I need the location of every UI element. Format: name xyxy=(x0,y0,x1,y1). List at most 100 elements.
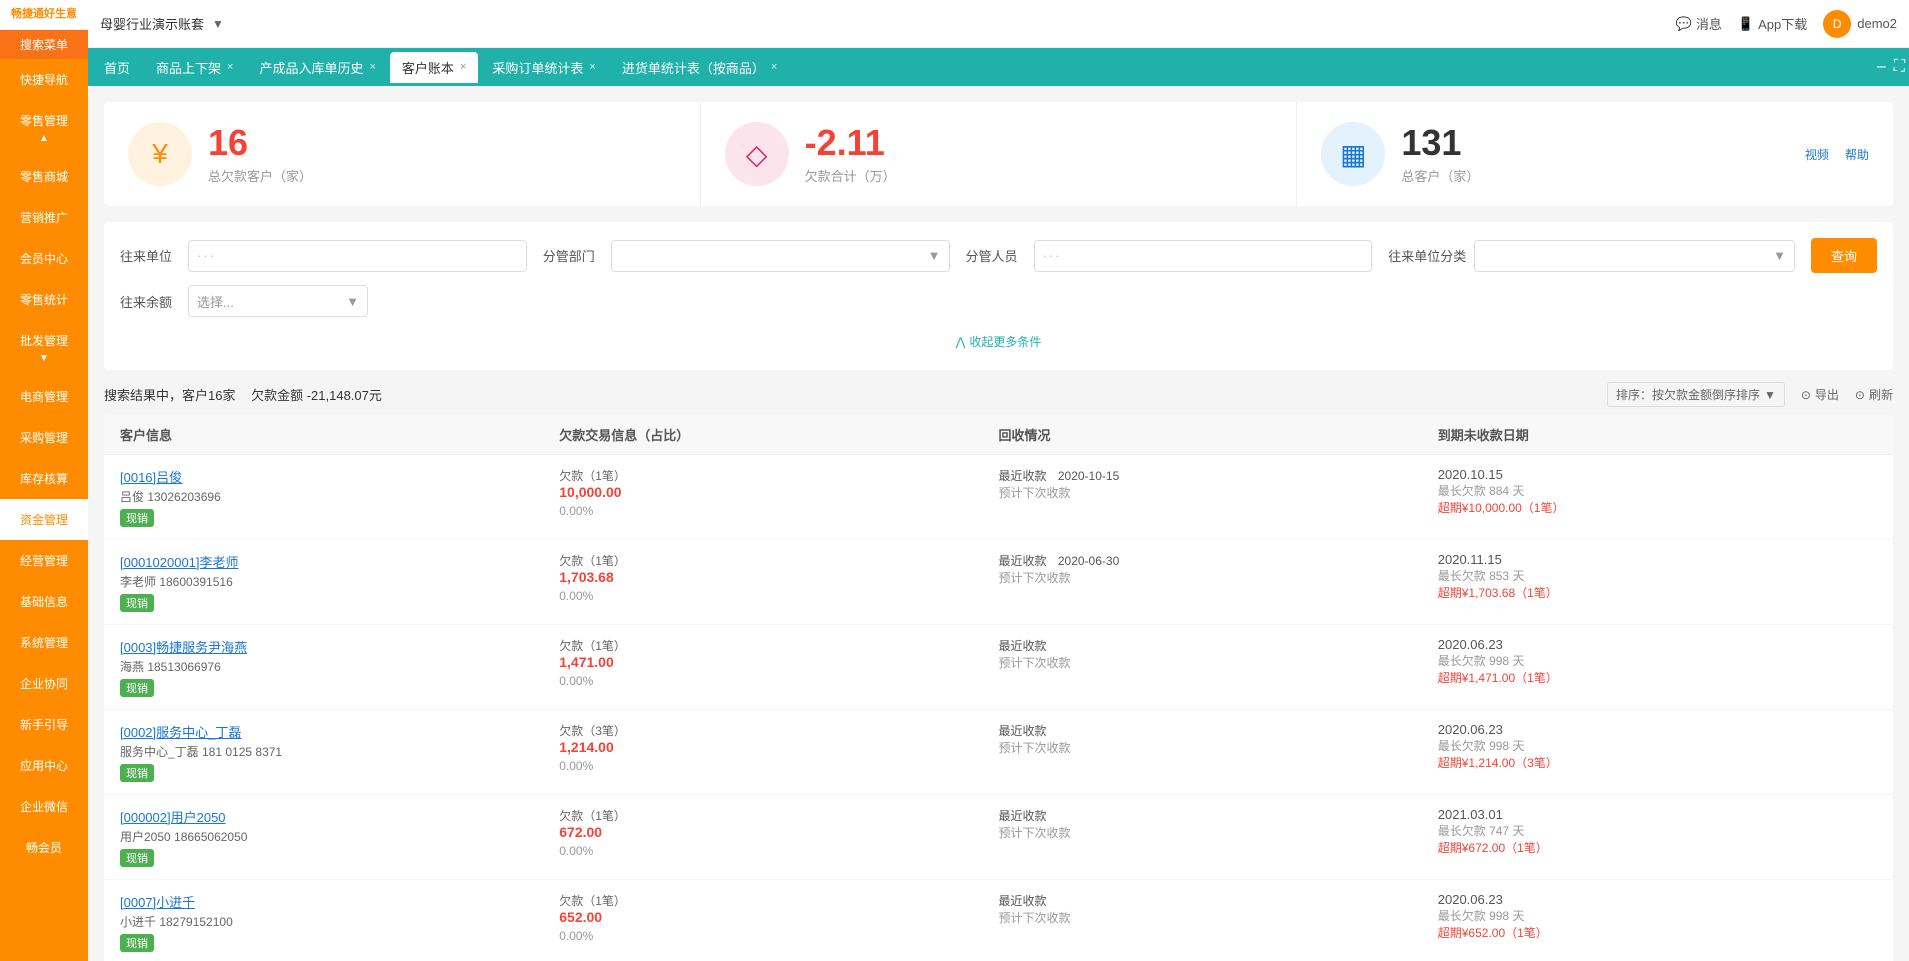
tab-home[interactable]: 首页 xyxy=(92,52,142,83)
overdue-text[interactable]: 超期¥1,214.00（3笔） xyxy=(1438,754,1877,771)
sidebar-item-members[interactable]: 会员中心 xyxy=(0,238,88,279)
tab-product-history[interactable]: 产成品入库单历史 × xyxy=(247,52,387,83)
refresh-icon: ⊙ xyxy=(1855,388,1865,402)
customer-name[interactable]: [0016]吕俊 xyxy=(120,467,559,486)
from-unit-input[interactable]: ··· xyxy=(188,240,527,272)
customer-name[interactable]: [000002]用户2050 xyxy=(120,807,559,826)
sidebar-item-inventory[interactable]: 库存核算 xyxy=(0,458,88,499)
refresh-button[interactable]: ⊙ 刷新 xyxy=(1855,386,1893,403)
debt-label: 欠款（1笔） xyxy=(559,807,998,824)
sidebar-item-member-club[interactable]: 畅会员 xyxy=(0,827,88,868)
chevron-down-icon: ▼ xyxy=(39,353,49,364)
sidebar-item-batch-mgmt[interactable]: 批发管理 ▼ xyxy=(0,320,88,376)
debt-info: 欠款（1笔） 10,000.00 0.00% xyxy=(559,467,998,518)
sidebar-label: 经营管理 xyxy=(20,552,68,569)
sidebar-label: 企业协同 xyxy=(20,675,68,692)
sidebar-item-basics[interactable]: 基础信息 xyxy=(0,581,88,622)
customer-name[interactable]: [0007]小进千 xyxy=(120,892,559,911)
next-collect: 预计下次收款 xyxy=(999,654,1438,671)
sidebar-label: 会员中心 xyxy=(20,250,68,267)
next-collect: 预计下次收款 xyxy=(999,739,1438,756)
tab-purchase-stats-label: 进货单统计表（按商品） xyxy=(622,58,765,77)
total-customers-value: 131 xyxy=(1401,123,1479,163)
table-row: [0001020001]李老师 李老师 18600391516 现销 欠款（1笔… xyxy=(104,540,1893,625)
sidebar-item-ecommerce[interactable]: 电商管理 xyxy=(0,376,88,417)
due-info: 2020.06.23 最长欠款 998 天 超期¥1,214.00（3笔） xyxy=(1438,722,1877,771)
tab-goods-off[interactable]: 商品上下架 × xyxy=(144,52,245,83)
col-header-collection: 回收情况 xyxy=(999,425,1438,444)
close-icon[interactable]: × xyxy=(589,61,595,73)
close-icon[interactable]: × xyxy=(227,61,233,73)
app-download-button[interactable]: 📱 App下载 xyxy=(1738,14,1807,33)
sidebar-item-operations[interactable]: 经营管理 xyxy=(0,540,88,581)
debt-amount[interactable]: 672.00 xyxy=(559,824,998,840)
debt-amount[interactable]: 1,214.00 xyxy=(559,739,998,755)
sort-control[interactable]: 排序：按欠款金额倒序排序 ▼ xyxy=(1607,382,1785,407)
close-icon[interactable]: × xyxy=(771,61,777,73)
collection-info: 最近收款 预计下次收款 xyxy=(999,892,1438,926)
chevron-down-icon: ▲ xyxy=(39,133,49,144)
tab-purchase-order[interactable]: 采购订单统计表 × xyxy=(480,52,607,83)
close-icon[interactable]: × xyxy=(369,61,375,73)
collapse-button[interactable]: ⋀ 收起更多条件 xyxy=(120,329,1877,354)
sidebar-item-retail-mgmt[interactable]: 零售管理 ▲ xyxy=(0,100,88,156)
sidebar-item-finance[interactable]: 资金管理 xyxy=(0,499,88,540)
debt-customers-icon: ¥ xyxy=(128,122,192,186)
sidebar-item-purchase[interactable]: 采购管理 xyxy=(0,417,88,458)
video-link[interactable]: 视频 xyxy=(1805,146,1829,163)
sidebar-item-corp-wechat[interactable]: 企业微信 xyxy=(0,786,88,827)
dropdown-icon[interactable]: ▼ xyxy=(212,17,224,31)
due-date: 2020.11.15 xyxy=(1438,552,1877,567)
user-menu[interactable]: D demo2 xyxy=(1823,10,1897,38)
message-button[interactable]: 💬 消息 xyxy=(1676,14,1722,33)
debt-amount[interactable]: 1,471.00 xyxy=(559,654,998,670)
debt-amount[interactable]: 652.00 xyxy=(559,909,998,925)
unit-category-select[interactable]: ▼ xyxy=(1474,240,1795,272)
overdue-text[interactable]: 超期¥10,000.00（1笔） xyxy=(1438,499,1877,516)
dept-select[interactable]: ▼ xyxy=(611,240,950,272)
sidebar-item-app-center[interactable]: 应用中心 xyxy=(0,745,88,786)
debt-total-value: -2.11 xyxy=(805,123,896,163)
debt-amount[interactable]: 1,703.68 xyxy=(559,569,998,585)
sidebar-item-marketing[interactable]: 营销推广 xyxy=(0,197,88,238)
sidebar-item-quick-nav[interactable]: 快捷导航 xyxy=(0,59,88,100)
overdue-text[interactable]: 超期¥1,703.68（1笔） xyxy=(1438,584,1877,601)
search-button[interactable]: 查询 xyxy=(1811,238,1877,273)
help-link[interactable]: 帮助 xyxy=(1845,146,1869,163)
balance-select[interactable]: 选择... ▼ xyxy=(188,285,368,317)
debt-amount[interactable]: 10,000.00 xyxy=(559,484,998,500)
customer-name[interactable]: [0001020001]李老师 xyxy=(120,552,559,571)
minimize-icon[interactable]: – xyxy=(1877,58,1886,76)
stat-card-debt-customers: ¥ 16 总欠款客户（家） xyxy=(104,102,701,206)
due-date: 2020.06.23 xyxy=(1438,892,1877,907)
overdue-text[interactable]: 超期¥1,471.00（1笔） xyxy=(1438,669,1877,686)
debt-info: 欠款（1笔） 1,471.00 0.00% xyxy=(559,637,998,688)
tab-purchase-stats[interactable]: 进货单统计表（按商品） × xyxy=(610,52,789,83)
debt-customers-value: 16 xyxy=(208,123,312,163)
chevron-down-icon: ▼ xyxy=(1773,248,1786,263)
filter-manager: 分管人员 ··· xyxy=(966,240,1373,272)
sidebar-label: 系统管理 xyxy=(20,634,68,651)
dept-label: 分管部门 xyxy=(543,246,603,265)
sidebar-item-enterprise[interactable]: 企业协同 xyxy=(0,663,88,704)
customer-name[interactable]: [0002]服务中心_丁磊 xyxy=(120,722,559,741)
overdue-text[interactable]: 超期¥672.00（1笔） xyxy=(1438,839,1877,856)
overdue-text[interactable]: 超期¥652.00（1笔） xyxy=(1438,924,1877,941)
customer-name[interactable]: [0003]畅捷服务尹海燕 xyxy=(120,637,559,656)
sidebar-item-search[interactable]: 搜索菜单 xyxy=(0,30,88,59)
customer-info: [0002]服务中心_丁磊 服务中心_丁磊 181 0125 8371 现销 xyxy=(120,722,559,782)
from-unit-label: 往来单位 xyxy=(120,246,180,265)
customer-contact: 用户2050 18665062050 xyxy=(120,828,559,845)
sidebar-item-retail-stats[interactable]: 零售统计 xyxy=(0,279,88,320)
tab-customer-account[interactable]: 客户账本 × xyxy=(390,52,478,83)
tab-purchase-order-label: 采购订单统计表 xyxy=(492,58,583,77)
filter-from-unit: 往来单位 ··· xyxy=(120,240,527,272)
close-icon[interactable]: × xyxy=(460,61,466,73)
export-button[interactable]: ⊙ 导出 xyxy=(1801,386,1839,403)
manager-input[interactable]: ··· xyxy=(1034,240,1373,272)
app-name: 畅捷通好生意 xyxy=(11,8,77,21)
sidebar-item-retail-mall[interactable]: 零售商城 xyxy=(0,156,88,197)
sidebar-item-system[interactable]: 系统管理 xyxy=(0,622,88,663)
sidebar-item-newbie[interactable]: 新手引导 xyxy=(0,704,88,745)
maximize-icon[interactable]: ⛶ xyxy=(1894,58,1905,76)
